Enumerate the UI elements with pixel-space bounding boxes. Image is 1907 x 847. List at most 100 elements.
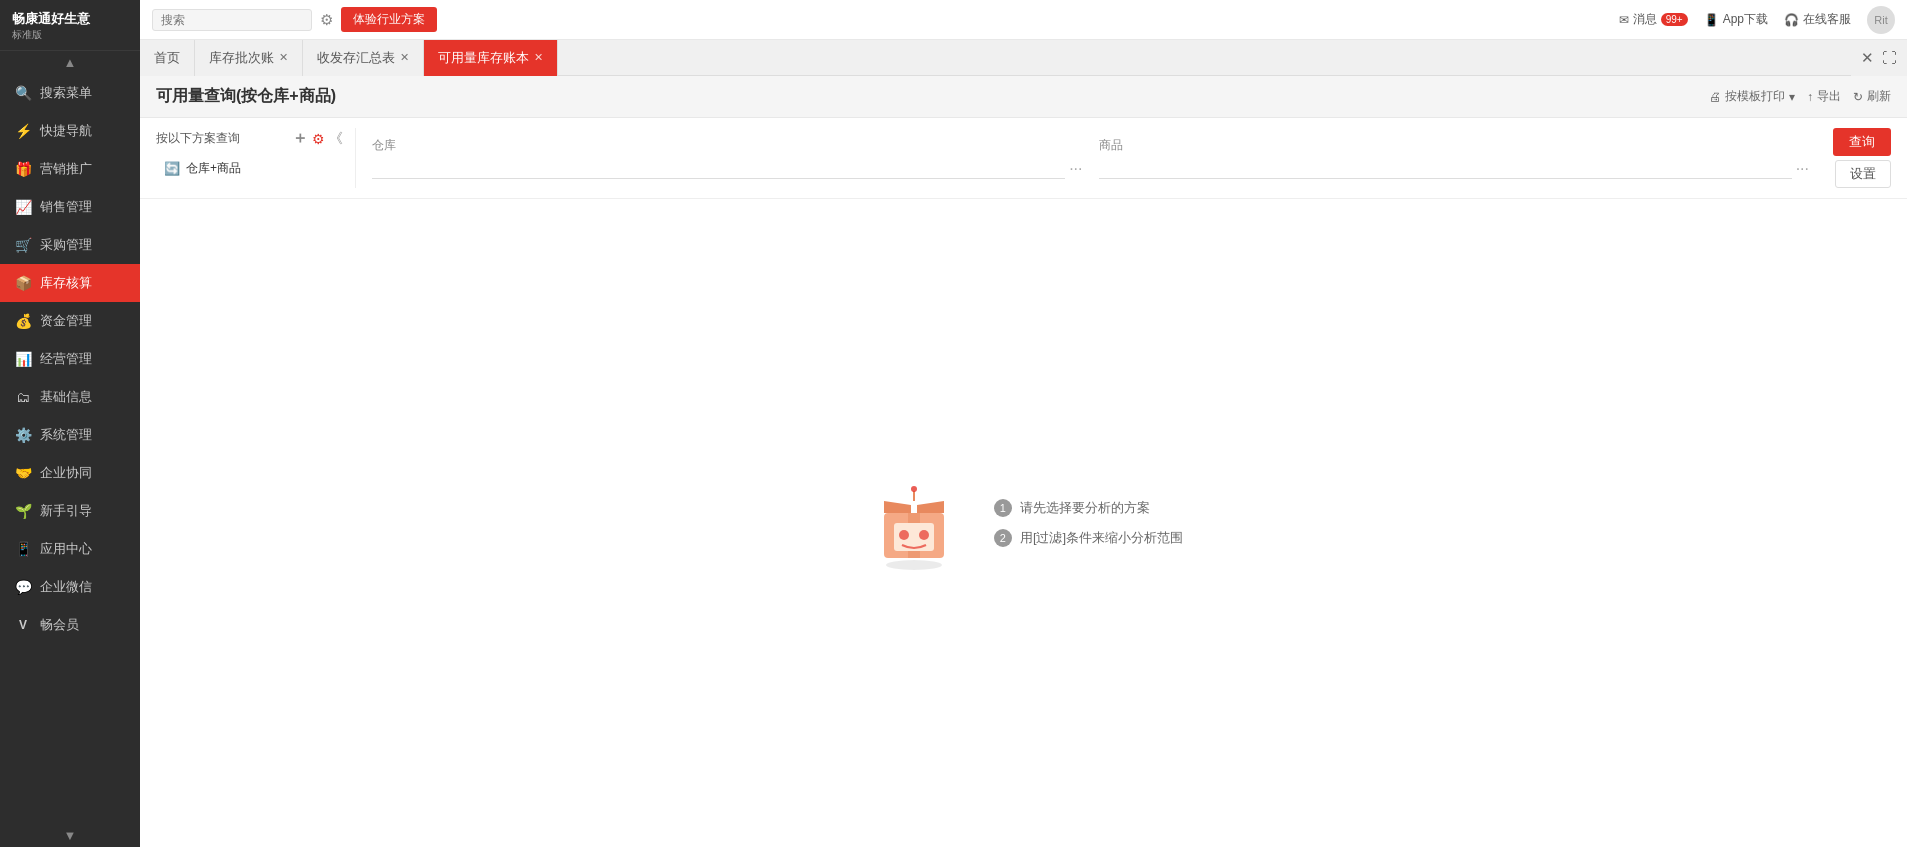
- scheme-warehouse-product[interactable]: 🔄 仓库+商品: [156, 155, 343, 182]
- filter-scheme-header: 按以下方案查询 ＋ ⚙ 《: [156, 128, 343, 149]
- topbar: ⚙ 体验行业方案 ✉ 消息 99+ 📱 App下载 🎧 在线客服 Rit: [140, 0, 1907, 40]
- customer-service-label: 在线客服: [1803, 11, 1851, 28]
- chevron-down-icon[interactable]: ▾: [1789, 90, 1795, 104]
- sidebar-item-label: 资金管理: [40, 312, 92, 330]
- collapse-icon[interactable]: 《: [329, 130, 343, 148]
- sidebar-item-label: 基础信息: [40, 388, 92, 406]
- sidebar-item-operations[interactable]: 📊 经营管理: [0, 340, 140, 378]
- scroll-down-btn[interactable]: ▼: [0, 824, 140, 847]
- sidebar-item-label: 新手引导: [40, 502, 92, 520]
- filter-fields: 仓库 ··· 商品 ··· 查询 设置: [356, 128, 1891, 188]
- sidebar-menu: 🔍 搜索菜单 ⚡ 快捷导航 🎁 营销推广 📈 销售管理 🛒 采购管理 📦 库存核…: [0, 74, 140, 824]
- topbar-right: ✉ 消息 99+ 📱 App下载 🎧 在线客服 Rit: [1619, 6, 1895, 34]
- export-label: 导出: [1817, 88, 1841, 105]
- sidebar-item-label: 营销推广: [40, 160, 92, 178]
- sidebar-item-inventory[interactable]: 📦 库存核算: [0, 264, 140, 302]
- svg-point-7: [911, 486, 917, 492]
- print-label: 按模板打印: [1725, 88, 1785, 105]
- sidebar-item-purchase[interactable]: 🛒 采购管理: [0, 226, 140, 264]
- query-button[interactable]: 查询: [1833, 128, 1891, 156]
- product-more-icon[interactable]: ···: [1796, 160, 1809, 178]
- scroll-up-btn[interactable]: ▲: [0, 51, 140, 74]
- user-avatar[interactable]: Rit: [1867, 6, 1895, 34]
- sidebar-item-sales[interactable]: 📈 销售管理: [0, 188, 140, 226]
- sidebar-item-label: 经营管理: [40, 350, 92, 368]
- tabbar: 首页 库存批次账 ✕ 收发存汇总表 ✕ 可用量库存账本 ✕ ✕ ⛶: [140, 40, 1907, 76]
- tab-receivable-summary[interactable]: 收发存汇总表 ✕: [303, 40, 424, 76]
- filter-scheme-actions: ＋ ⚙ 《: [292, 128, 343, 149]
- tab-available-stock[interactable]: 可用量库存账本 ✕: [424, 40, 558, 76]
- warehouse-more-icon[interactable]: ···: [1069, 160, 1082, 178]
- filter-scheme-label: 按以下方案查询: [156, 130, 240, 147]
- tab-home-label: 首页: [154, 49, 180, 67]
- marketing-icon: 🎁: [14, 161, 32, 177]
- close-icon[interactable]: ✕: [279, 51, 288, 64]
- scheme-icon: 🔄: [164, 161, 180, 176]
- refresh-label: 刷新: [1867, 88, 1891, 105]
- sidebar-item-label: 采购管理: [40, 236, 92, 254]
- finance-icon: 💰: [14, 313, 32, 329]
- product-input-row: ···: [1099, 158, 1810, 179]
- tabbar-actions: ✕ ⛶: [1851, 40, 1907, 76]
- refresh-action[interactable]: ↻ 刷新: [1853, 88, 1891, 105]
- message-label: 消息: [1633, 11, 1657, 28]
- tip-text-1: 请先选择要分析的方案: [1020, 499, 1150, 517]
- tip-num-1: 1: [994, 499, 1012, 517]
- gear-icon[interactable]: ⚙: [320, 11, 333, 29]
- warehouse-field: 仓库 ···: [372, 137, 1083, 179]
- empty-tips: 1 请先选择要分析的方案 2 用[过滤]条件来缩小分析范围: [994, 499, 1183, 547]
- refresh-icon: ↻: [1853, 90, 1863, 104]
- settings-scheme-icon[interactable]: ⚙: [312, 131, 325, 147]
- sidebar-item-marketing[interactable]: 🎁 营销推广: [0, 150, 140, 188]
- tab-batch-ledger-label: 库存批次账: [209, 49, 274, 67]
- sidebar-item-member[interactable]: V 畅会员: [0, 606, 140, 644]
- settings-button[interactable]: 设置: [1835, 160, 1891, 188]
- page-title: 可用量查询(按仓库+商品): [156, 86, 336, 107]
- search-menu-icon: 🔍: [14, 85, 32, 101]
- print-action[interactable]: 🖨 按模板打印 ▾: [1709, 88, 1795, 105]
- sidebar-item-app-center[interactable]: 📱 应用中心: [0, 530, 140, 568]
- tab-available-stock-label: 可用量库存账本: [438, 49, 529, 67]
- empty-state: 1 请先选择要分析的方案 2 用[过滤]条件来缩小分析范围: [140, 199, 1907, 847]
- sidebar-item-label: 搜索菜单: [40, 84, 92, 102]
- sidebar-item-shortcut[interactable]: ⚡ 快捷导航: [0, 112, 140, 150]
- inventory-icon: 📦: [14, 275, 32, 291]
- sidebar-item-wechat[interactable]: 💬 企业微信: [0, 568, 140, 606]
- message-btn[interactable]: ✉ 消息 99+: [1619, 11, 1688, 28]
- close-icon[interactable]: ✕: [400, 51, 409, 64]
- add-scheme-icon[interactable]: ＋: [292, 128, 308, 149]
- expand-icon[interactable]: ⛶: [1880, 47, 1899, 68]
- customer-service-btn[interactable]: 🎧 在线客服: [1784, 11, 1851, 28]
- system-icon: ⚙️: [14, 427, 32, 443]
- sidebar-item-label: 企业微信: [40, 578, 92, 596]
- sidebar-item-enterprise[interactable]: 🤝 企业协同: [0, 454, 140, 492]
- sidebar-item-search[interactable]: 🔍 搜索菜单: [0, 74, 140, 112]
- sidebar-item-finance[interactable]: 💰 资金管理: [0, 302, 140, 340]
- page-content: 可用量查询(按仓库+商品) 🖨 按模板打印 ▾ ↑ 导出 ↻ 刷新: [140, 76, 1907, 847]
- export-action[interactable]: ↑ 导出: [1807, 88, 1841, 105]
- sidebar-item-system[interactable]: ⚙️ 系统管理: [0, 416, 140, 454]
- wechat-icon: 💬: [14, 579, 32, 595]
- tab-batch-ledger[interactable]: 库存批次账 ✕: [195, 40, 303, 76]
- product-input[interactable]: [1099, 158, 1792, 179]
- sidebar-item-label: 库存核算: [40, 274, 92, 292]
- topbar-search-input[interactable]: [152, 9, 312, 31]
- sidebar: 畅康通好生意 标准版 ▲ 🔍 搜索菜单 ⚡ 快捷导航 🎁 营销推广 📈 销售管理…: [0, 0, 140, 847]
- svg-point-4: [899, 530, 909, 540]
- filter-schemes: 按以下方案查询 ＋ ⚙ 《 🔄 仓库+商品: [156, 128, 356, 188]
- sidebar-item-label: 畅会员: [40, 616, 79, 634]
- onboarding-icon: 🌱: [14, 503, 32, 519]
- warehouse-input-row: ···: [372, 158, 1083, 179]
- message-badge: 99+: [1661, 13, 1688, 26]
- warehouse-input[interactable]: [372, 158, 1065, 179]
- close-tab-icon[interactable]: ✕: [1859, 47, 1876, 69]
- sidebar-item-basic-info[interactable]: 🗂 基础信息: [0, 378, 140, 416]
- sidebar-item-label: 系统管理: [40, 426, 92, 444]
- tab-home[interactable]: 首页: [140, 40, 195, 76]
- logo-title: 畅康通好生意: [12, 10, 128, 28]
- close-icon[interactable]: ✕: [534, 51, 543, 64]
- sidebar-item-onboarding[interactable]: 🌱 新手引导: [0, 492, 140, 530]
- trial-button[interactable]: 体验行业方案: [341, 7, 437, 32]
- app-download-btn[interactable]: 📱 App下载: [1704, 11, 1768, 28]
- product-field: 商品 ···: [1099, 137, 1810, 179]
